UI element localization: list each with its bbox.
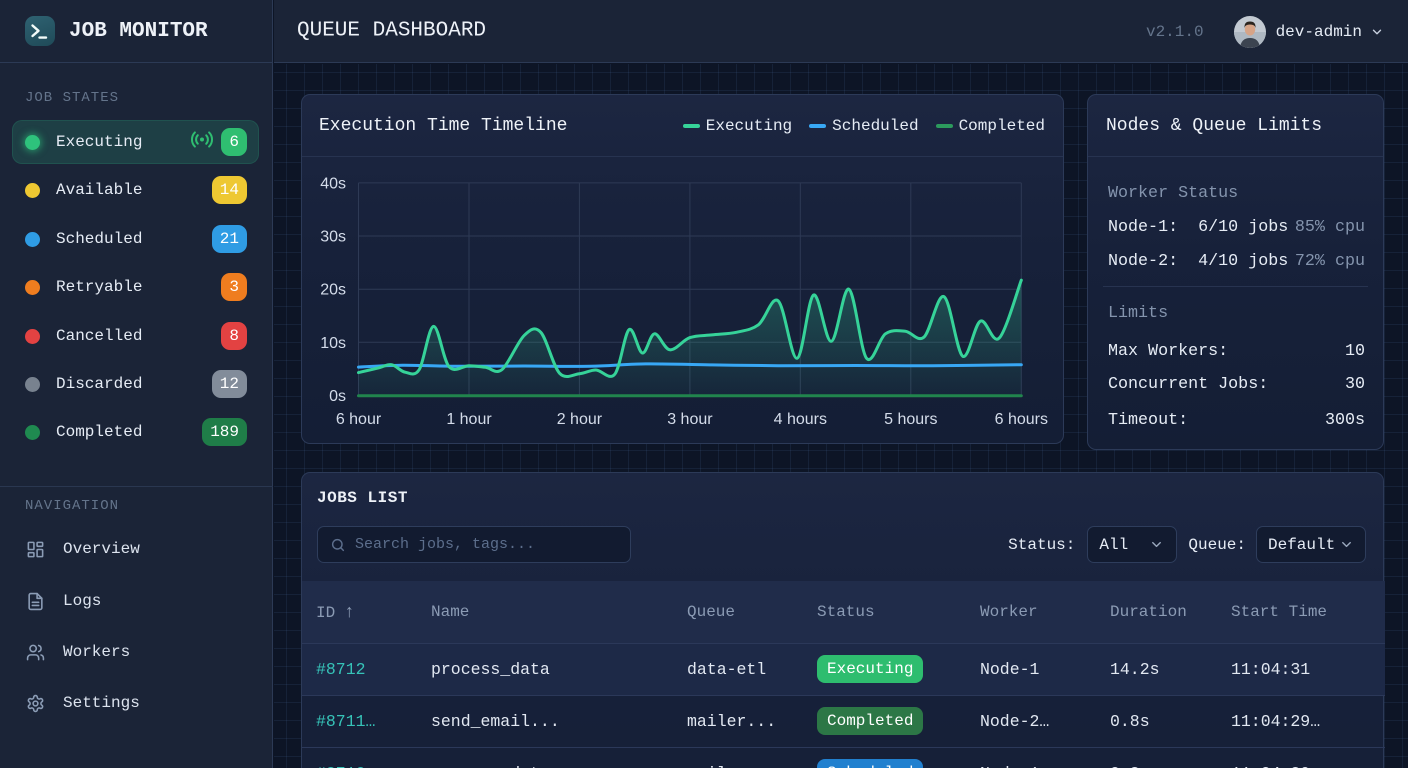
svg-text:30s: 30s bbox=[320, 229, 346, 246]
svg-text:2 hour: 2 hour bbox=[557, 411, 603, 428]
svg-text:0s: 0s bbox=[329, 388, 346, 405]
svg-text:6 hours: 6 hours bbox=[995, 411, 1048, 428]
svg-text:1 hour: 1 hour bbox=[446, 411, 492, 428]
svg-text:10s: 10s bbox=[320, 335, 346, 352]
svg-text:3 hour: 3 hour bbox=[667, 411, 713, 428]
svg-text:40s: 40s bbox=[320, 175, 346, 192]
svg-text:6 hour: 6 hour bbox=[336, 411, 382, 428]
svg-text:4 hours: 4 hours bbox=[774, 411, 827, 428]
svg-text:5 hours: 5 hours bbox=[884, 411, 937, 428]
svg-text:20s: 20s bbox=[320, 282, 346, 299]
